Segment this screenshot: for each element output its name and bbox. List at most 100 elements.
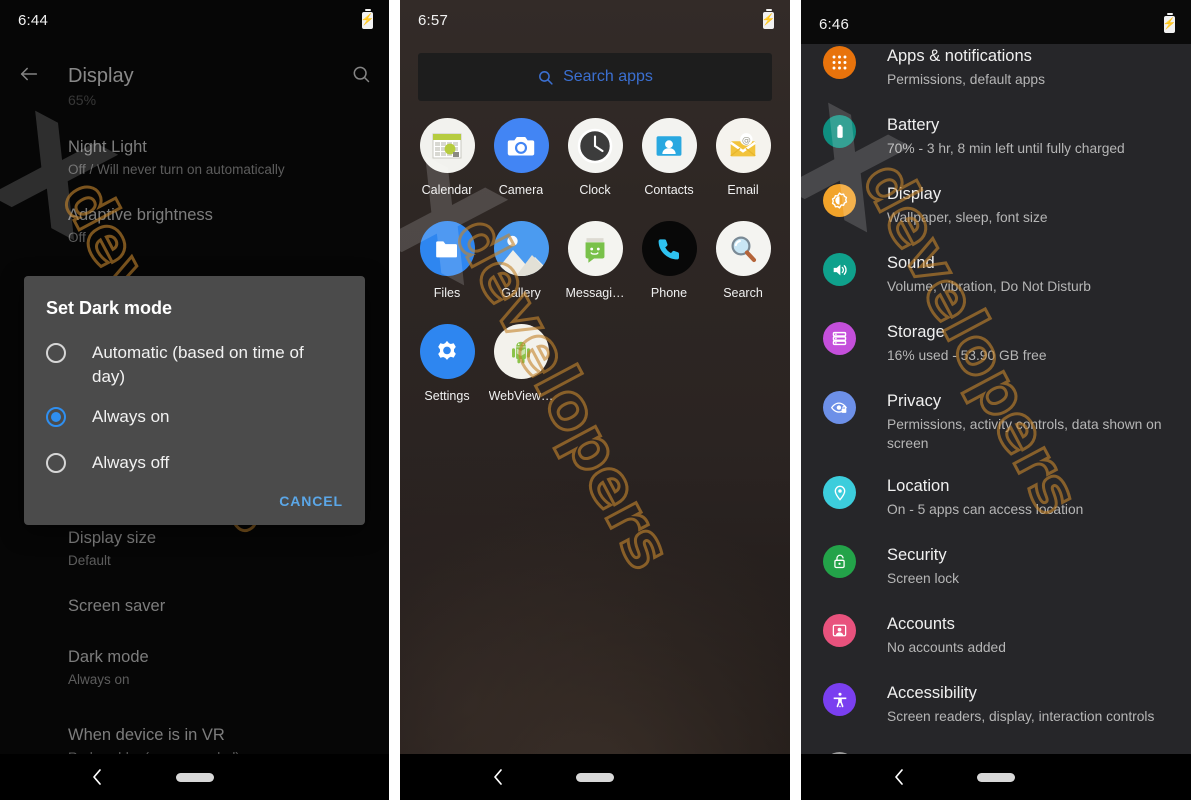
settings-list: Bluetooth, NFC Apps & notifications Perm… [801, 0, 1191, 785]
dialog-title: Set Dark mode [46, 298, 173, 318]
settings-row-texts: Location On - 5 apps can access location [887, 477, 1084, 517]
app-label: Phone [650, 286, 688, 300]
cancel-button[interactable]: CANCEL [279, 493, 343, 509]
nav-back-icon[interactable] [801, 767, 996, 787]
lock-icon [823, 545, 856, 578]
radio-label: Always off [92, 453, 170, 472]
app-item-email[interactable]: @ Email [706, 118, 780, 197]
search-icon [537, 69, 554, 86]
radio-label: Always on [92, 407, 170, 426]
app-label: Email [727, 183, 759, 197]
app-item-settings[interactable]: Settings [410, 324, 484, 403]
accessibility-icon [823, 683, 856, 716]
app-label: Messagi… [565, 286, 625, 300]
app-grid: Calendar Camera Clock Contacts @ Email F… [400, 118, 790, 403]
radio-option-always-on[interactable]: Always on [24, 397, 365, 437]
settings-row-display[interactable]: Display Wallpaper, sleep, font size [801, 184, 1191, 227]
radio-button-checked-icon[interactable] [46, 407, 66, 427]
settings-row-texts: Sound Volume, vibration, Do Not Disturb [887, 254, 1091, 294]
app-item-gallery[interactable]: Gallery [484, 221, 558, 300]
account-icon [823, 614, 856, 647]
status-bar: 6:44 ⚡ [0, 0, 389, 40]
settings-row-location[interactable]: Location On - 5 apps can access location [801, 476, 1191, 519]
radio-button-unchecked-icon[interactable] [46, 453, 66, 473]
app-label: Calendar [421, 183, 473, 197]
settings-row-texts: Apps & notifications Permissions, defaul… [887, 47, 1045, 87]
messaging-app-icon [567, 221, 623, 276]
settings-row-security[interactable]: Security Screen lock [801, 545, 1191, 588]
settings-row-texts: Display Wallpaper, sleep, font size [887, 185, 1048, 225]
navigation-bar [0, 754, 389, 800]
app-label: Search [723, 286, 763, 300]
speaker-icon [823, 253, 856, 286]
settings-row-texts: Security Screen lock [887, 546, 960, 586]
settings-row-sound[interactable]: Sound Volume, vibration, Do Not Disturb [801, 253, 1191, 296]
nav-back-icon[interactable] [400, 767, 595, 787]
set-dark-mode-dialog: Set Dark mode Automatic (based on time o… [24, 276, 365, 525]
app-label: Clock [579, 183, 611, 197]
settings-row-texts: Accessibility Screen readers, display, i… [887, 684, 1155, 724]
search-apps-bar[interactable]: Search apps [418, 53, 772, 101]
app-item-search[interactable]: Search [706, 221, 780, 300]
app-label: Camera [498, 183, 544, 197]
settings-app-icon [419, 324, 475, 379]
privacy-eye-icon [823, 391, 856, 424]
app-item-messaging[interactable]: Messagi… [558, 221, 632, 300]
svg-text:@: @ [742, 135, 751, 145]
settings-row-texts: Accounts No accounts added [887, 615, 1006, 655]
email-app-icon: @ [715, 118, 771, 173]
status-clock: 6:44 [18, 11, 48, 29]
battery-charging-icon: ⚡ [762, 8, 775, 29]
app-item-calendar[interactable]: Calendar [410, 118, 484, 197]
search-app-icon [715, 221, 771, 276]
app-item-clock[interactable]: Clock [558, 118, 632, 197]
settings-row-texts: Storage 16% used - 53.90 GB free [887, 323, 1047, 363]
radio-label: Automatic (based on time of day) [92, 343, 304, 386]
status-clock: 6:46 [819, 15, 849, 33]
radio-option-automatic[interactable]: Automatic (based on time of day) [24, 333, 365, 397]
home-gesture-pill[interactable] [175, 772, 214, 782]
app-label: Settings [424, 389, 470, 403]
clock-app-icon [567, 118, 623, 173]
status-clock: 6:57 [418, 11, 448, 29]
app-item-contacts[interactable]: Contacts [632, 118, 706, 197]
app-label: Contacts [644, 183, 694, 197]
radio-button-unchecked-icon[interactable] [46, 343, 66, 363]
home-gesture-pill[interactable] [977, 772, 1015, 782]
apps-grid-icon [823, 46, 856, 79]
app-label: WebView… [488, 389, 554, 403]
dialog-actions: CANCEL [24, 483, 365, 519]
files-app-icon [419, 221, 475, 276]
app-label: Files [433, 286, 461, 300]
home-gesture-pill[interactable] [576, 772, 614, 782]
status-bar: 6:57 ⚡ [400, 0, 790, 40]
app-label: Gallery [501, 286, 541, 300]
settings-row-battery[interactable]: Battery 70% - 3 hr, 8 min left until ful… [801, 115, 1191, 158]
settings-row-privacy[interactable]: Privacy Permissions, activity controls, … [801, 391, 1191, 453]
settings-row-storage[interactable]: Storage 16% used - 53.90 GB free [801, 322, 1191, 365]
settings-row-apps-notifications[interactable]: Apps & notifications Permissions, defaul… [801, 46, 1191, 89]
battery-charging-icon: ⚡ [361, 8, 374, 29]
phone-app-icon [641, 221, 697, 276]
settings-row-texts: Battery 70% - 3 hr, 8 min left until ful… [887, 116, 1125, 156]
navigation-bar [400, 754, 790, 800]
app-item-phone[interactable]: Phone [632, 221, 706, 300]
phone-screen-display-settings: 65% Night Light Off / Will never turn on… [0, 0, 389, 800]
navigation-bar [801, 754, 1191, 800]
phone-screen-app-drawer: Search apps Calendar Camera Clock Contac… [400, 0, 790, 800]
settings-row-accounts[interactable]: Accounts No accounts added [801, 614, 1191, 657]
location-pin-icon [823, 476, 856, 509]
phone-screen-settings-list: Bluetooth, NFC Apps & notifications Perm… [801, 0, 1191, 800]
radio-option-always-off[interactable]: Always off [24, 437, 365, 483]
nav-back-icon[interactable] [0, 767, 195, 787]
app-item-camera[interactable]: Camera [484, 118, 558, 197]
settings-row-texts: Privacy Permissions, activity controls, … [887, 392, 1162, 451]
screenshot-triptych: 65% Night Light Off / Will never turn on… [0, 0, 1200, 800]
app-item-files[interactable]: Files [410, 221, 484, 300]
battery-charging-icon: ⚡ [1163, 12, 1176, 33]
storage-icon [823, 322, 856, 355]
app-item-webview[interactable]: WebView… [484, 324, 558, 403]
status-bar: 6:46 ⚡ [801, 4, 1191, 44]
battery-icon [823, 115, 856, 148]
settings-row-accessibility[interactable]: Accessibility Screen readers, display, i… [801, 683, 1191, 726]
